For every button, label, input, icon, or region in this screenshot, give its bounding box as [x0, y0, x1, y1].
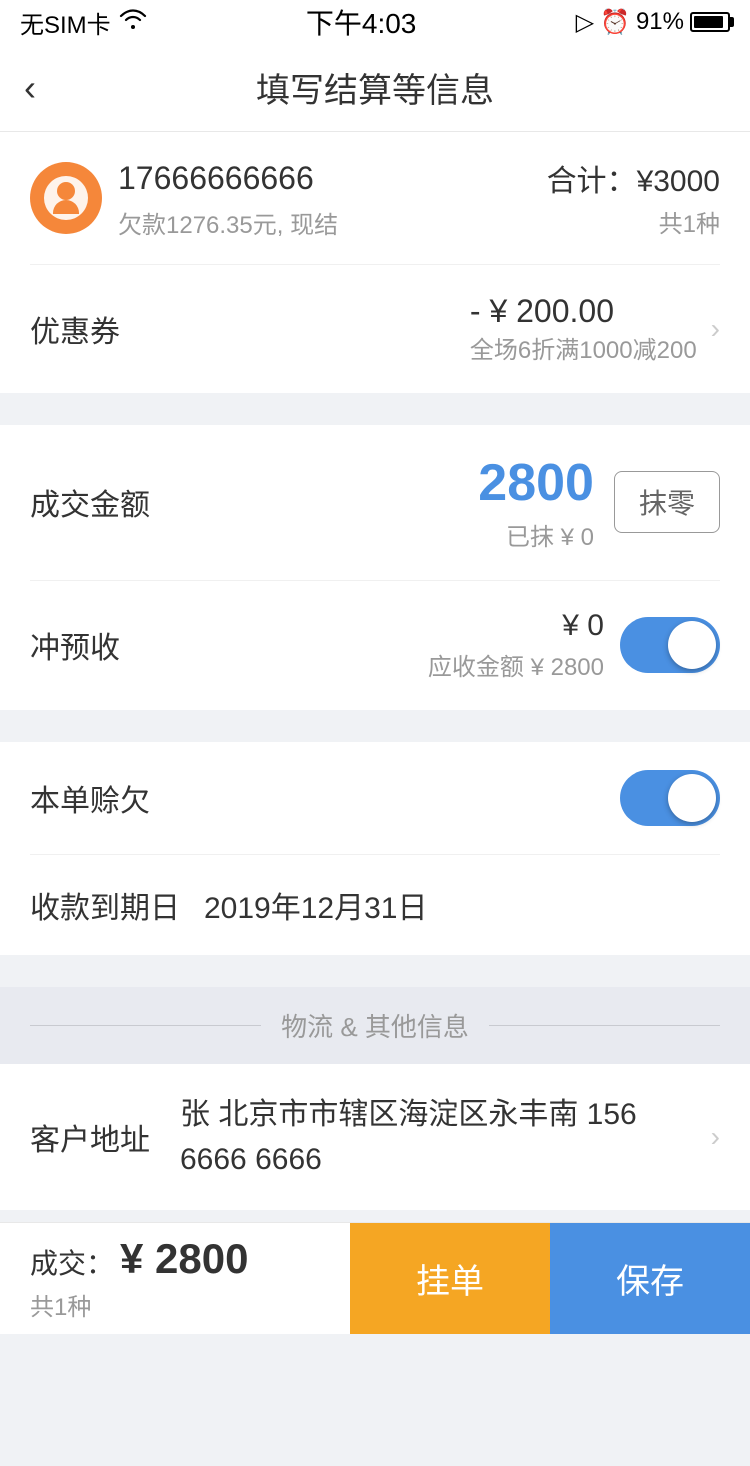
back-button[interactable]: ‹: [24, 67, 36, 109]
bottom-count: 共1种: [30, 1287, 320, 1322]
logistics-text: 物流 & 其他信息: [261, 1007, 489, 1044]
advance-receivable: 应收金额 ¥ 2800: [428, 647, 604, 682]
battery-percent: 91%: [636, 8, 684, 36]
transaction-label: 成交金额: [30, 480, 150, 524]
bad-debt-label: 本单赊欠: [30, 776, 150, 820]
status-right: ▷ ⏰ 91%: [576, 8, 730, 37]
status-left: 无SIM卡: [20, 5, 147, 40]
bad-debt-card: 本单赊欠 收款到期日 2019年12月31日: [0, 742, 750, 955]
total-count: 共1种: [547, 204, 720, 239]
bottom-deal-label: 成交：: [30, 1242, 114, 1282]
avatar-icon: [44, 176, 88, 220]
advance-label: 冲预收: [30, 623, 120, 667]
advance-amount: ¥ 0: [428, 609, 604, 643]
user-phone: 17666666666: [118, 156, 338, 201]
coupon-label: 优惠券: [30, 307, 120, 351]
round-button[interactable]: 抹零: [614, 471, 720, 533]
due-date-label: 收款到期日: [30, 883, 180, 927]
bad-debt-toggle-knob: [668, 774, 716, 822]
total-amount: 合计：¥3000: [547, 156, 720, 200]
address-label: 客户地址: [30, 1115, 150, 1159]
section-gap-2: [0, 726, 750, 742]
page-title: 填写结算等信息: [256, 63, 494, 112]
due-date-value: 2019年12月31日: [204, 883, 427, 927]
section-gap-1: [0, 409, 750, 425]
due-date-row: 收款到期日 2019年12月31日: [0, 855, 750, 955]
advance-toggle[interactable]: [620, 617, 720, 673]
user-info: 17666666666 欠款1276.35元, 现结: [118, 156, 338, 240]
address-row[interactable]: 客户地址 张 北京市市辖区海淀区永丰南 156 6666 6666 ›: [0, 1064, 750, 1210]
bottom-deal-amount: ¥ 2800: [120, 1235, 248, 1283]
status-time: 下午4:03: [306, 2, 417, 42]
transaction-erased: 已抹 ¥ 0: [478, 517, 594, 552]
advance-right: ¥ 0 应收金额 ¥ 2800: [428, 609, 720, 682]
user-row: 17666666666 欠款1276.35元, 现结 合计：¥3000 共1种: [0, 132, 750, 264]
logistics-line-left: [30, 1025, 261, 1026]
bad-debt-row: 本单赊欠: [0, 742, 750, 854]
address-card: 客户地址 张 北京市市辖区海淀区永丰南 156 6666 6666 ›: [0, 1064, 750, 1210]
coupon-discount: - ¥ 200.00: [470, 293, 697, 330]
address-value: 张 北京市市辖区海淀区永丰南 156 6666 6666: [180, 1092, 701, 1182]
user-info-card: 17666666666 欠款1276.35元, 现结 合计：¥3000 共1种 …: [0, 132, 750, 393]
battery-icon: [690, 12, 730, 32]
wifi-icon: [119, 8, 147, 36]
user-total: 合计：¥3000 共1种: [547, 156, 720, 239]
bottom-buttons: 挂单 保存: [350, 1223, 750, 1334]
section-gap-3: [0, 971, 750, 987]
address-chevron-icon: ›: [711, 1121, 720, 1153]
advance-toggle-knob: [668, 621, 716, 669]
location-icon: ▷: [576, 8, 594, 37]
coupon-right: - ¥ 200.00 全场6折满1000减200 ›: [470, 293, 720, 365]
total-value: ¥3000: [637, 165, 720, 198]
alarm-icon: ⏰: [600, 8, 630, 37]
hang-button[interactable]: 挂单: [350, 1223, 550, 1334]
bottom-deal: 成交： ¥ 2800: [30, 1235, 320, 1283]
carrier-text: 无SIM卡: [20, 5, 111, 40]
nav-bar: ‹ 填写结算等信息: [0, 44, 750, 132]
coupon-description: 全场6折满1000减200: [470, 330, 697, 365]
transaction-card: 成交金额 2800 已抹 ¥ 0 抹零 冲预收 ¥ 0 应收金额 ¥ 2800: [0, 425, 750, 710]
advance-amounts: ¥ 0 应收金额 ¥ 2800: [428, 609, 604, 682]
total-label: 合计：: [547, 165, 637, 198]
transaction-amount: 2800: [478, 453, 594, 513]
bottom-bar: 成交： ¥ 2800 共1种 挂单 保存: [0, 1222, 750, 1334]
transaction-amount-col: 2800 已抹 ¥ 0: [478, 453, 594, 552]
save-button[interactable]: 保存: [550, 1223, 750, 1334]
bottom-summary: 成交： ¥ 2800 共1种: [0, 1235, 350, 1322]
transaction-row: 成交金额 2800 已抹 ¥ 0 抹零: [0, 425, 750, 580]
coupon-chevron-icon: ›: [711, 313, 720, 345]
user-debt: 欠款1276.35元, 现结: [118, 205, 338, 240]
logistics-line-right: [489, 1025, 720, 1026]
logistics-divider: 物流 & 其他信息: [0, 987, 750, 1064]
status-bar: 无SIM卡 下午4:03 ▷ ⏰ 91%: [0, 0, 750, 44]
avatar: [30, 162, 102, 234]
bad-debt-toggle[interactable]: [620, 770, 720, 826]
transaction-right: 2800 已抹 ¥ 0 抹零: [478, 453, 720, 552]
coupon-row[interactable]: 优惠券 - ¥ 200.00 全场6折满1000减200 ›: [0, 265, 750, 393]
advance-row: 冲预收 ¥ 0 应收金额 ¥ 2800: [0, 581, 750, 710]
user-left: 17666666666 欠款1276.35元, 现结: [30, 156, 338, 240]
